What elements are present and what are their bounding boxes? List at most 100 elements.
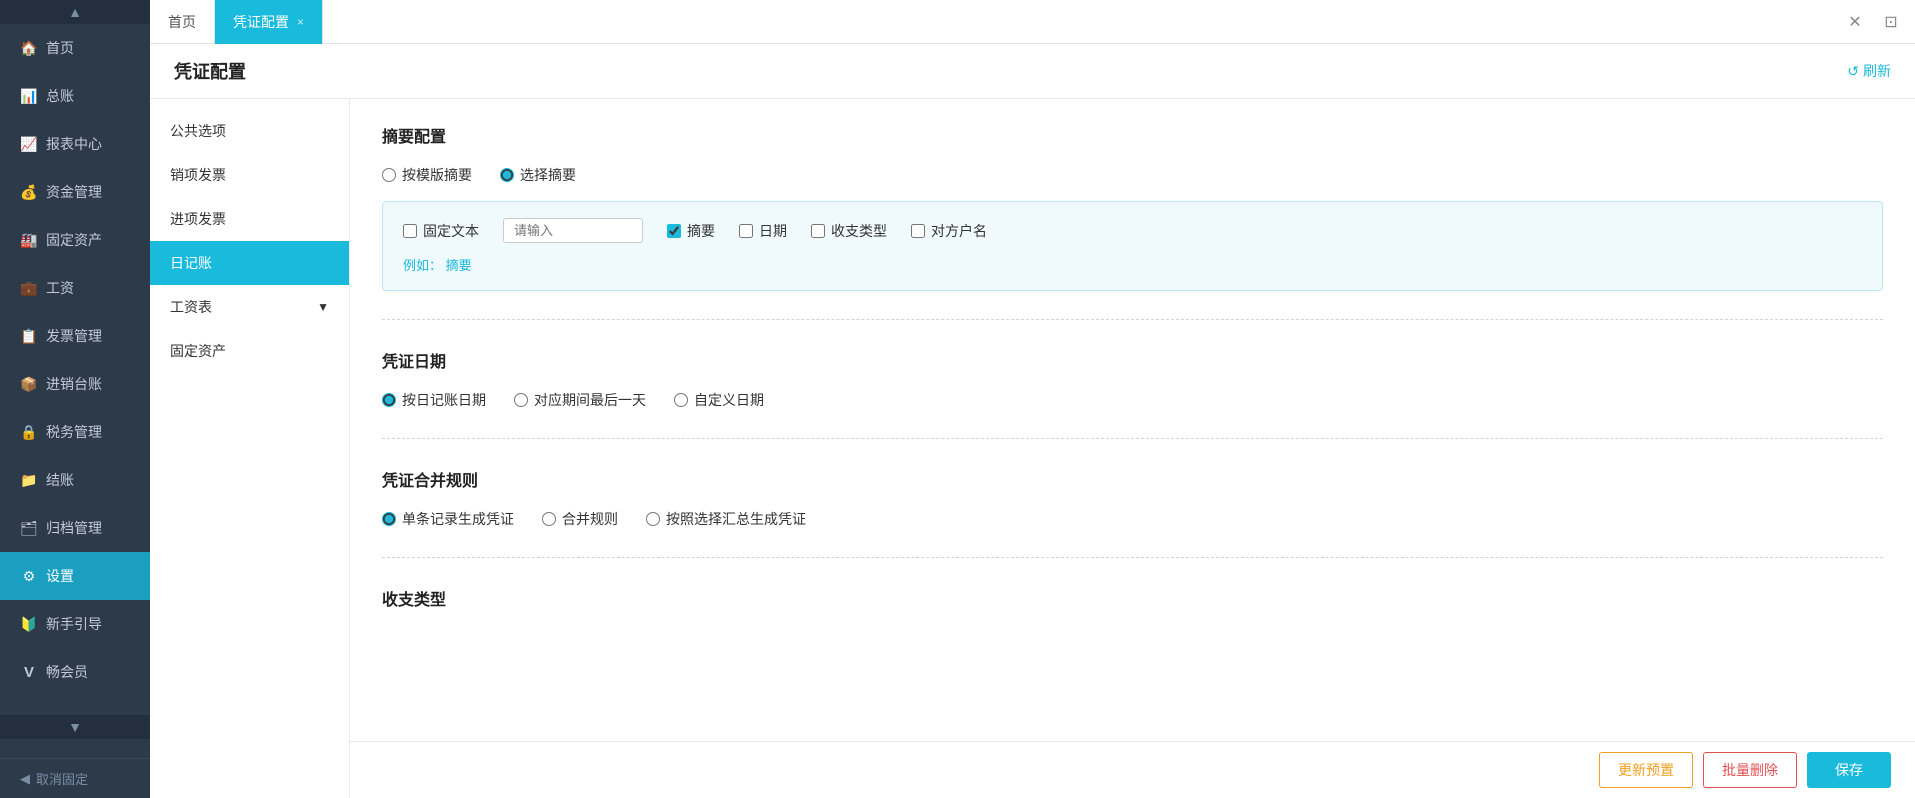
checkbox-summary[interactable]: 摘要	[667, 221, 715, 241]
date-section-title: 凭证日期	[382, 348, 1883, 372]
left-nav-journal[interactable]: 日记账	[150, 241, 349, 285]
example-text: 例如： 摘要	[403, 255, 1862, 274]
left-nav-payroll-table[interactable]: 工资表 ▼	[150, 285, 349, 329]
archive-icon: 🗂	[20, 519, 38, 537]
summary-radio-group: 按模版摘要 选择摘要	[382, 165, 1883, 185]
summary-checkbox-row: 固定文本 摘要 日期	[403, 218, 1862, 243]
left-nav-public[interactable]: 公共选项	[150, 109, 349, 153]
window-close-button[interactable]: ✕	[1841, 8, 1869, 36]
sidebar-item-assets[interactable]: 🏭 固定资产	[0, 216, 150, 264]
sidebar-item-member[interactable]: V 畅会员	[0, 648, 150, 696]
page-title: 凭证配置	[174, 58, 246, 84]
date-radio-custom-input[interactable]	[674, 393, 688, 407]
left-nav-sales-invoice[interactable]: 销项发票	[150, 153, 349, 197]
settings-icon: ⚙	[20, 567, 38, 585]
divider-3	[382, 557, 1883, 558]
merge-section-title: 凭证合并规则	[382, 467, 1883, 491]
sidebar-item-ledger[interactable]: 📊 总账	[0, 72, 150, 120]
sidebar-item-reports[interactable]: 📈 报表中心	[0, 120, 150, 168]
sidebar-item-archive[interactable]: 🗂 归档管理	[0, 504, 150, 552]
summary-radio-template-input[interactable]	[382, 168, 396, 182]
sidebar: ▲ 🏠 首页 📊 总账 📈 报表中心 💰 资金管理 🏭 固定资产 💼 工资 📋	[0, 0, 150, 798]
sidebar-cancel-pin[interactable]: ◀ 取消固定	[0, 758, 150, 798]
date-section: 凭证日期 按日记账日期 对应期间最后一天	[382, 348, 1883, 410]
tab-voucher-config[interactable]: 凭证配置 ×	[215, 0, 323, 44]
merge-section: 凭证合并规则 单条记录生成凭证 合并规则	[382, 467, 1883, 529]
checkbox-income-type[interactable]: 收支类型	[811, 221, 887, 241]
date-radio-journal[interactable]: 按日记账日期	[382, 390, 486, 410]
window-restore-button[interactable]: ⊡	[1877, 8, 1905, 36]
income-type-section: 收支类型	[382, 586, 1883, 610]
update-preview-button[interactable]: 更新预置	[1599, 752, 1693, 788]
summary-radio-select[interactable]: 选择摘要	[500, 165, 576, 185]
invoices-icon: 📋	[20, 327, 38, 345]
date-radio-custom[interactable]: 自定义日期	[674, 390, 764, 410]
sidebar-item-tax[interactable]: 🔒 税务管理	[0, 408, 150, 456]
content-area: 凭证配置 ↺ 刷新 公共选项 销项发票	[150, 44, 1915, 798]
summary-radio-template[interactable]: 按模版摘要	[382, 165, 472, 185]
merge-radio-aggregate-input[interactable]	[646, 512, 660, 526]
divider-1	[382, 319, 1883, 320]
page-wrapper: 凭证配置 ↺ 刷新 公共选项 销项发票	[150, 44, 1915, 798]
sidebar-scroll-down[interactable]: ▼	[0, 715, 150, 739]
checkbox-fixed-text-input[interactable]	[403, 224, 417, 238]
checkbox-summary-input[interactable]	[667, 224, 681, 238]
date-radio-period-last[interactable]: 对应期间最后一天	[514, 390, 646, 410]
body-split: 公共选项 销项发票 进项发票 日记账 工资表 ▼	[150, 99, 1915, 798]
summary-section-title: 摘要配置	[382, 123, 1883, 147]
divider-2	[382, 438, 1883, 439]
batch-delete-button[interactable]: 批量删除	[1703, 752, 1797, 788]
save-button[interactable]: 保存	[1807, 752, 1891, 788]
member-icon: V	[20, 663, 38, 681]
home-icon: 🏠	[20, 39, 38, 57]
ledger-icon: 📊	[20, 87, 38, 105]
refresh-button[interactable]: ↺ 刷新	[1847, 61, 1891, 81]
right-content: 摘要配置 按模版摘要 选择摘要	[350, 99, 1915, 798]
sidebar-scroll-up[interactable]: ▲	[0, 0, 150, 24]
checkbox-income-type-input[interactable]	[811, 224, 825, 238]
date-radio-journal-input[interactable]	[382, 393, 396, 407]
left-nav-purchase-invoice[interactable]: 进项发票	[150, 197, 349, 241]
page-header: 凭证配置 ↺ 刷新	[150, 44, 1915, 99]
sidebar-item-guide[interactable]: 🔰 新手引导	[0, 600, 150, 648]
chevron-down-icon: ▼	[317, 300, 329, 314]
date-radio-period-last-input[interactable]	[514, 393, 528, 407]
purchase-icon: 📦	[20, 375, 38, 393]
merge-radio-rule-input[interactable]	[542, 512, 556, 526]
sidebar-item-payroll[interactable]: 💼 工资	[0, 264, 150, 312]
merge-radio-single[interactable]: 单条记录生成凭证	[382, 509, 514, 529]
checkbox-fixed-text[interactable]: 固定文本	[403, 221, 479, 241]
date-radio-group: 按日记账日期 对应期间最后一天 自定义日期	[382, 390, 1883, 410]
tab-home[interactable]: 首页	[150, 0, 215, 44]
tab-close-button[interactable]: ×	[297, 15, 304, 29]
main-area: 首页 凭证配置 × ✕ ⊡ 凭证配置 ↺ 刷新	[150, 0, 1915, 798]
fixed-text-input[interactable]	[503, 218, 643, 243]
sidebar-item-settings[interactable]: ⚙ 设置	[0, 552, 150, 600]
sidebar-item-home[interactable]: 🏠 首页	[0, 24, 150, 72]
bottom-bar: 更新预置 批量删除 保存	[350, 741, 1915, 798]
merge-radio-single-input[interactable]	[382, 512, 396, 526]
checkbox-date[interactable]: 日期	[739, 221, 787, 241]
sidebar-item-closing[interactable]: 📁 结账	[0, 456, 150, 504]
closing-icon: 📁	[20, 471, 38, 489]
sidebar-item-invoices[interactable]: 📋 发票管理	[0, 312, 150, 360]
sidebar-item-purchase[interactable]: 📦 进销台账	[0, 360, 150, 408]
guide-icon: 🔰	[20, 615, 38, 633]
merge-radio-group: 单条记录生成凭证 合并规则 按照选择汇总生成凭证	[382, 509, 1883, 529]
left-nav-fixed-assets[interactable]: 固定资产	[150, 329, 349, 373]
sidebar-item-funds[interactable]: 💰 资金管理	[0, 168, 150, 216]
merge-radio-rule[interactable]: 合并规则	[542, 509, 618, 529]
checkbox-counterpart[interactable]: 对方户名	[911, 221, 987, 241]
pin-icon: ◀	[20, 771, 30, 787]
summary-radio-select-input[interactable]	[500, 168, 514, 182]
tab-bar-actions: ✕ ⊡	[1841, 8, 1915, 36]
assets-icon: 🏭	[20, 231, 38, 249]
payroll-icon: 💼	[20, 279, 38, 297]
summary-section: 摘要配置 按模版摘要 选择摘要	[382, 123, 1883, 291]
checkbox-date-input[interactable]	[739, 224, 753, 238]
merge-radio-aggregate[interactable]: 按照选择汇总生成凭证	[646, 509, 806, 529]
income-type-section-title: 收支类型	[382, 586, 1883, 610]
refresh-icon: ↺	[1847, 63, 1859, 80]
tab-bar: 首页 凭证配置 × ✕ ⊡	[150, 0, 1915, 44]
checkbox-counterpart-input[interactable]	[911, 224, 925, 238]
